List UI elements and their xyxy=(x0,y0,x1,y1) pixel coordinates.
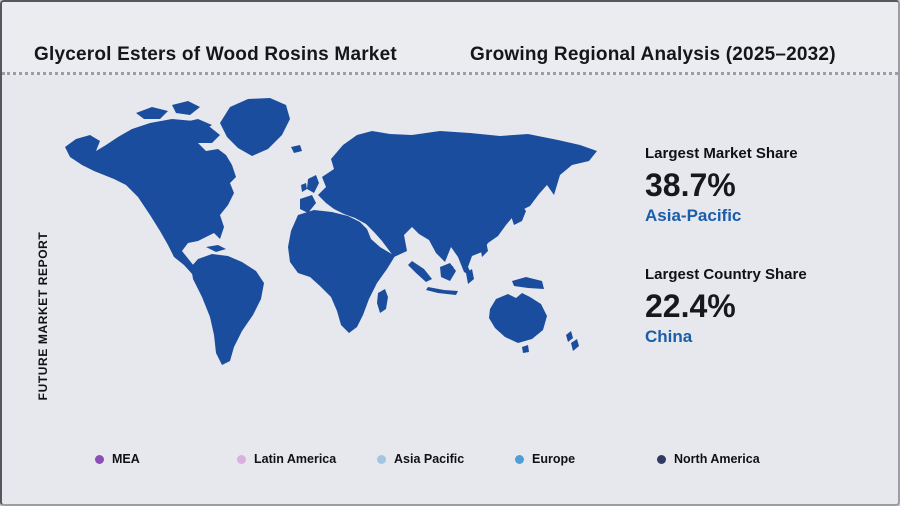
stat-largest-country-share: Largest Country Share 22.4% China xyxy=(645,266,895,347)
legend-dot-icon xyxy=(237,454,246,464)
legend-label: North America xyxy=(674,452,760,466)
legend-label: MEA xyxy=(112,452,140,466)
legend-dot-icon xyxy=(377,454,386,464)
legend-item-asia-pacific: Asia Pacific xyxy=(377,450,464,468)
legend-item-mea: MEA xyxy=(95,450,140,468)
legend-item-europe: Europe xyxy=(515,450,575,468)
map-new-zealand xyxy=(566,331,579,351)
header: Glycerol Esters of Wood Rosins Market Gr… xyxy=(2,2,898,75)
legend-label: Latin America xyxy=(254,452,337,466)
infographic-frame: Glycerol Esters of Wood Rosins Market Gr… xyxy=(0,0,900,506)
map-caribbean xyxy=(206,245,226,252)
map-new-guinea xyxy=(512,277,544,289)
legend-item-north-america: North America xyxy=(657,450,760,468)
map-south-america xyxy=(191,254,264,365)
map-tasmania xyxy=(522,345,529,353)
legend-label: Asia Pacific xyxy=(394,452,465,466)
map-british-isles xyxy=(301,175,319,193)
world-map-svg xyxy=(65,98,597,365)
stat-region: China xyxy=(645,326,693,346)
legend-dot-icon xyxy=(95,454,104,464)
stat-value: 38.7% xyxy=(645,167,736,203)
legend-item-latin-america: Latin America xyxy=(237,450,336,468)
stat-label: Largest Country Share xyxy=(645,266,807,283)
legend-label: Europe xyxy=(532,452,576,466)
legend-dot-icon xyxy=(657,454,666,464)
stat-region: Asia-Pacific xyxy=(645,205,742,225)
map-iceland xyxy=(291,145,302,153)
brand-vertical-text: FUTURE MARKET REPORT xyxy=(36,231,50,401)
page-subtitle: Growing Regional Analysis (2025–2032) xyxy=(470,44,836,65)
world-map xyxy=(60,85,640,435)
stat-label: Largest Market Share xyxy=(645,145,798,162)
world-map-group xyxy=(65,98,597,365)
stat-largest-market-share: Largest Market Share 38.7% Asia-Pacific xyxy=(645,145,895,226)
legend: MEA Latin America Asia Pacific Europe No… xyxy=(2,450,898,472)
map-madagascar xyxy=(377,289,388,313)
map-australia xyxy=(489,293,547,343)
map-north-america xyxy=(65,119,236,275)
stat-value: 22.4% xyxy=(645,288,736,324)
page-title: Glycerol Esters of Wood Rosins Market xyxy=(34,44,397,65)
map-greenland xyxy=(220,98,290,156)
legend-dot-icon xyxy=(515,454,524,464)
